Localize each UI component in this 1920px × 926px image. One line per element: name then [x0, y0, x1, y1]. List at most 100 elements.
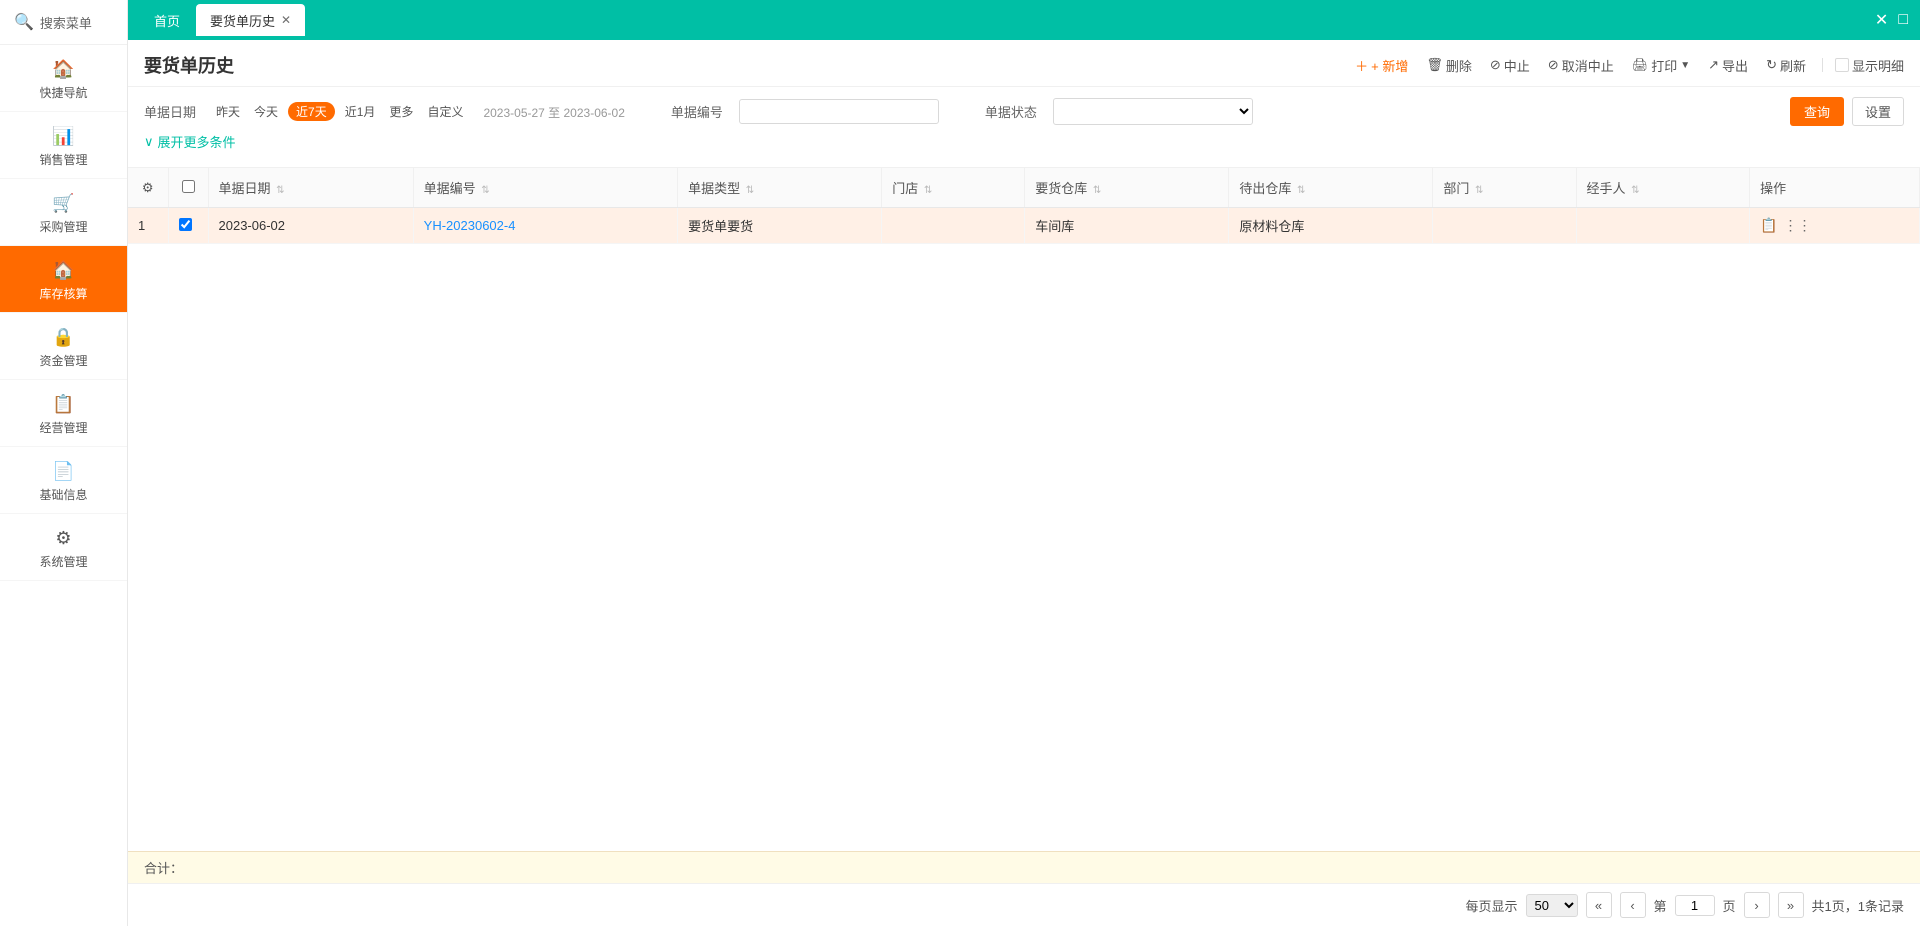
cell-store	[882, 208, 1025, 244]
sort-icon-2: ⇅	[481, 185, 489, 196]
search-icon: 🔍	[14, 12, 34, 32]
doc-no-link[interactable]: YH-20230602-4	[424, 218, 516, 233]
page-header: 要货单历史 ＋ + 新增 🗑 删除 ⊘ 中止 ⊘ 取消中止	[128, 40, 1920, 87]
total-info: 共1页，1条记录	[1812, 896, 1904, 915]
th-handler[interactable]: 经手人 ⇅	[1576, 168, 1750, 208]
doc-no-label: 单据编号	[671, 102, 723, 121]
date-btn-custom[interactable]: 自定义	[423, 102, 467, 121]
th-settings[interactable]: ⚙	[128, 168, 168, 208]
print-button[interactable]: 🖨 打印 ▼	[1628, 54, 1694, 77]
sidebar-search-label: 搜索菜单	[40, 13, 92, 32]
operation-icon: 📋	[52, 394, 74, 415]
sort-icon: ⇅	[276, 185, 284, 196]
sort-icon-5: ⇅	[1093, 185, 1101, 196]
sidebar-item-sales[interactable]: 📊 销售管理	[0, 112, 127, 179]
date-btn-yesterday[interactable]: 昨天	[212, 102, 244, 121]
filter-dates: 昨天 今天 近7天 近1月 更多 自定义	[212, 102, 467, 121]
sidebar-item-base[interactable]: 📄 基础信息	[0, 447, 127, 514]
export-button[interactable]: ↗ 导出	[1704, 54, 1752, 77]
table-wrap: ⚙ 单据日期 ⇅ 单据编号 ⇅ 单据类型	[128, 168, 1920, 851]
th-req-warehouse[interactable]: 要货仓库 ⇅	[1025, 168, 1229, 208]
page-size-select[interactable]: 50 100	[1526, 894, 1578, 917]
expand-more-btn[interactable]: ∨ 展开更多条件	[144, 132, 236, 151]
cancel-stop-button[interactable]: ⊘ 取消中止	[1544, 54, 1618, 77]
first-page-icon: «	[1595, 898, 1602, 913]
sidebar-item-operation[interactable]: 📋 经营管理	[0, 380, 127, 447]
status-select-wrap	[1053, 98, 1253, 125]
th-doc-type[interactable]: 单据类型 ⇅	[678, 168, 882, 208]
table-body: 1 2023-06-02 YH-20230602-4 要货单要货 车间库 原材料…	[128, 208, 1920, 244]
date-range-wrap: 2023-05-27 至 2023-06-02	[483, 102, 624, 121]
sidebar-search[interactable]: 🔍 搜索菜单	[0, 0, 127, 45]
sales-icon: 📊	[52, 126, 74, 147]
cell-index: 1	[128, 208, 168, 244]
sidebar-item-shortcut[interactable]: 🏠 快捷导航	[0, 45, 127, 112]
prev-page-btn[interactable]: ‹	[1620, 892, 1646, 918]
col-req-wh-label: 要货仓库	[1035, 181, 1087, 196]
cell-handler	[1576, 208, 1750, 244]
next-page-btn[interactable]: ›	[1744, 892, 1770, 918]
search-button[interactable]: 查询	[1790, 97, 1844, 126]
date-btn-1month[interactable]: 近1月	[341, 102, 380, 121]
sort-icon-3: ⇅	[746, 185, 754, 196]
sidebar: 🔍 搜索菜单 🏠 快捷导航 📊 销售管理 🛒 采购管理 🏠 库存核算 🔒 资金管…	[0, 0, 128, 926]
date-filter-label: 单据日期	[144, 102, 196, 121]
col-dept-label: 部门	[1443, 181, 1469, 196]
sidebar-item-system[interactable]: ⚙ 系统管理	[0, 514, 127, 581]
row-edit-icon[interactable]: 📋	[1760, 217, 1777, 234]
th-dept[interactable]: 部门 ⇅	[1433, 168, 1576, 208]
tab-home[interactable]: 首页	[140, 4, 194, 36]
settings-button[interactable]: 设置	[1852, 97, 1904, 126]
cell-checkbox[interactable]	[168, 208, 208, 244]
page-size-label: 每页显示	[1465, 896, 1517, 915]
delete-button[interactable]: 🗑 删除	[1422, 54, 1476, 77]
sidebar-item-finance[interactable]: 🔒 资金管理	[0, 313, 127, 380]
refresh-label: 刷新	[1780, 56, 1806, 75]
cancel-stop-icon: ⊘	[1548, 57, 1559, 73]
last-page-btn[interactable]: »	[1778, 892, 1804, 918]
sidebar-item-label: 系统管理	[39, 553, 87, 570]
tab-history[interactable]: 要货单历史 ✕	[196, 4, 305, 36]
expand-label: 展开更多条件	[158, 132, 236, 151]
cell-doc-type: 要货单要货	[678, 208, 882, 244]
status-select[interactable]	[1053, 98, 1253, 125]
system-icon: ⚙	[55, 528, 71, 549]
window-minimize-icon[interactable]: □	[1898, 11, 1908, 29]
display-detail-checkbox[interactable]	[1835, 58, 1849, 72]
first-page-btn[interactable]: «	[1586, 892, 1612, 918]
window-close-icon[interactable]: ✕	[1875, 10, 1888, 30]
th-store[interactable]: 门店 ⇅	[882, 168, 1025, 208]
th-doc-date[interactable]: 单据日期 ⇅	[208, 168, 413, 208]
col-handler-label: 经手人	[1587, 181, 1626, 196]
sidebar-item-inventory[interactable]: 🏠 库存核算	[0, 246, 127, 313]
sort-icon-6: ⇅	[1297, 185, 1305, 196]
th-ops: 操作	[1750, 168, 1920, 208]
table-row: 1 2023-06-02 YH-20230602-4 要货单要货 车间库 原材料…	[128, 208, 1920, 244]
cell-pending-warehouse: 原材料仓库	[1229, 208, 1433, 244]
col-ops-label: 操作	[1760, 181, 1786, 196]
purchase-icon: 🛒	[52, 193, 74, 214]
sort-icon-4: ⇅	[924, 185, 932, 196]
page-input[interactable]	[1675, 895, 1715, 916]
tab-home-label: 首页	[154, 11, 180, 30]
cell-doc-no: YH-20230602-4	[413, 208, 677, 244]
refresh-button[interactable]: ↻ 刷新	[1762, 54, 1810, 77]
display-detail-btn[interactable]: 显示明细	[1835, 56, 1904, 75]
date-btn-today[interactable]: 今天	[250, 102, 282, 121]
stop-button[interactable]: ⊘ 中止	[1486, 54, 1534, 77]
date-btn-7days[interactable]: 近7天	[288, 102, 335, 121]
sidebar-item-purchase[interactable]: 🛒 采购管理	[0, 179, 127, 246]
row-ops: 📋 ⋮⋮	[1760, 217, 1909, 234]
th-checkbox[interactable]	[168, 168, 208, 208]
row-checkbox[interactable]	[179, 218, 192, 231]
date-btn-more[interactable]: 更多	[385, 102, 417, 121]
new-button[interactable]: ＋ + 新增	[1351, 54, 1412, 77]
topnav: 首页 要货单历史 ✕ ✕ □	[128, 0, 1920, 40]
th-doc-no[interactable]: 单据编号 ⇅	[413, 168, 677, 208]
doc-no-input[interactable]	[739, 99, 939, 124]
row-more-icon[interactable]: ⋮⋮	[1784, 217, 1812, 234]
tab-close-icon[interactable]: ✕	[281, 13, 291, 27]
select-all-checkbox[interactable]	[182, 180, 195, 193]
filter-row-1: 单据日期 昨天 今天 近7天 近1月 更多 自定义 2023-05-27 至 2…	[144, 97, 1904, 126]
th-pending-warehouse[interactable]: 待出仓库 ⇅	[1229, 168, 1433, 208]
